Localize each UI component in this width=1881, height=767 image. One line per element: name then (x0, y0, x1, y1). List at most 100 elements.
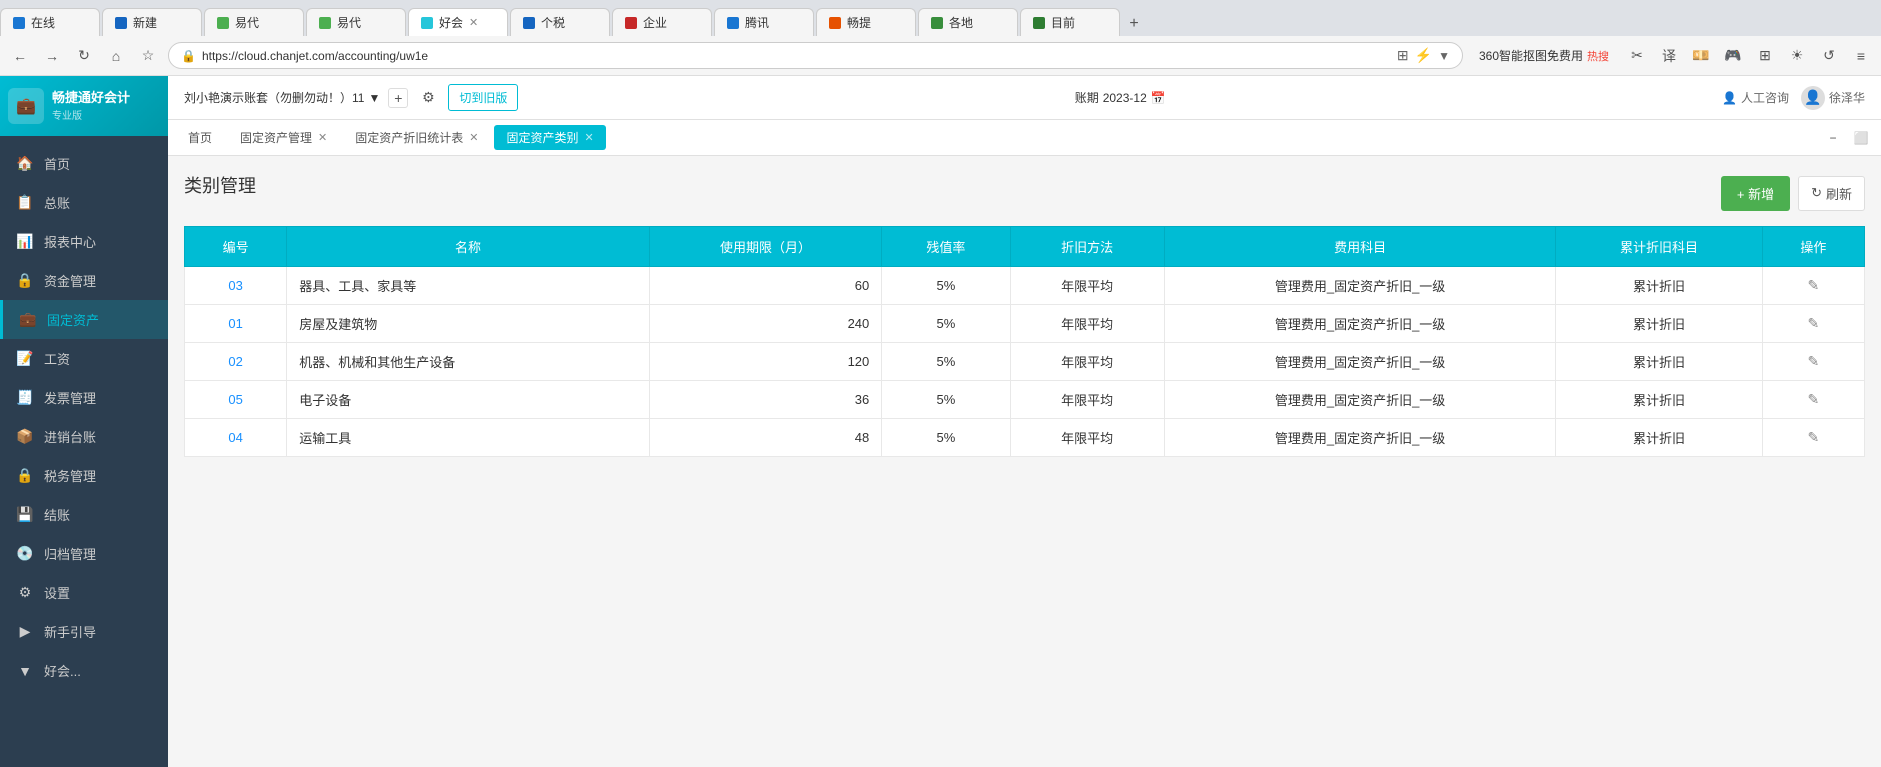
cell-name-2: 机器、机械和其他生产设备 (287, 343, 650, 381)
close-fixedmgmt-tab[interactable]: ✕ (318, 131, 327, 144)
cell-code-1[interactable]: 01 (185, 305, 287, 343)
browser-tab-11[interactable]: 目前 (1020, 8, 1120, 36)
calendar-icon[interactable]: 📅 (1151, 91, 1166, 105)
page-area: 类别管理 + 新增 ↻ 刷新 编号 名称 使用期限（月 (168, 156, 1881, 767)
cell-method-1: 年限平均 (1010, 305, 1164, 343)
logo-text-container: 畅捷通好会计 专业版 (52, 90, 130, 122)
payroll-icon: 📝 (16, 350, 34, 368)
table-row: 02 机器、机械和其他生产设备 120 5% 年限平均 管理费用_固定资产折旧_… (185, 343, 1865, 381)
tab-label-3: 易代 (235, 14, 259, 31)
browser-tab-10[interactable]: 各地 (918, 8, 1018, 36)
page-title: 类别管理 (184, 172, 256, 198)
switch-version-button[interactable]: 切到旧版 (448, 84, 518, 111)
close-depreciation-tab[interactable]: ✕ (469, 131, 478, 144)
menu-icon[interactable]: ≡ (1849, 44, 1873, 68)
col-header-name: 名称 (287, 227, 650, 267)
sidebar-item-settlement[interactable]: 💾 结账 (0, 495, 168, 534)
browser-tab-3[interactable]: 易代 (204, 8, 304, 36)
add-button[interactable]: + 新增 (1721, 176, 1790, 211)
sidebar-item-fixed[interactable]: 💼 固定资产 (0, 300, 168, 339)
user-area[interactable]: 👤 徐泽华 (1801, 86, 1865, 110)
breadcrumb-tab-home[interactable]: 首页 (176, 125, 224, 150)
sidebar-item-archive[interactable]: 💿 归档管理 (0, 534, 168, 573)
edit-icon-1[interactable]: ✎ (1808, 315, 1820, 331)
edit-icon-2[interactable]: ✎ (1808, 353, 1820, 369)
sidebar-item-tax[interactable]: 🔒 税务管理 (0, 456, 168, 495)
cell-months-4: 48 (649, 419, 881, 457)
cell-code-4[interactable]: 04 (185, 419, 287, 457)
undo-icon[interactable]: ↺ (1817, 44, 1841, 68)
close-category-tab[interactable]: ✕ (585, 131, 594, 144)
ssl-icon: 🔒 (181, 49, 196, 63)
tab-favicon-6 (523, 17, 535, 29)
sidebar-item-ledger[interactable]: 📋 总账 (0, 183, 168, 222)
cell-action-0[interactable]: ✎ (1762, 267, 1864, 305)
search-area[interactable]: 360智能抠图免费用 热搜 (1471, 47, 1617, 64)
sidebar-item-home[interactable]: 🏠 首页 (0, 144, 168, 183)
reload-button[interactable]: ↻ (72, 44, 96, 68)
topbar-add-button[interactable]: + (388, 88, 408, 108)
browser-tab-5[interactable]: 好会 ✕ (408, 8, 508, 36)
tab-label-9: 畅提 (847, 14, 871, 31)
forward-button[interactable]: → (40, 44, 64, 68)
cell-action-4[interactable]: ✎ (1762, 419, 1864, 457)
maximize-button[interactable]: ⬜ (1849, 126, 1873, 150)
scissors-icon[interactable]: ✂ (1625, 44, 1649, 68)
sidebar-item-reports[interactable]: 📊 报表中心 (0, 222, 168, 261)
refresh-label: 刷新 (1826, 184, 1852, 203)
sidebar-label-inventory: 进销台账 (44, 427, 96, 446)
minimize-button[interactable]: − (1821, 126, 1845, 150)
breadcrumb-tab-category[interactable]: 固定资产类别 ✕ (494, 125, 605, 150)
cell-code-0[interactable]: 03 (185, 267, 287, 305)
browser-tab-1[interactable]: 在线 (0, 8, 100, 36)
tab-close-5[interactable]: ✕ (469, 16, 478, 29)
topbar-settings-button[interactable]: ⚙ (416, 86, 440, 110)
service-icon: 👤 (1722, 91, 1737, 105)
devices-icon[interactable]: ⊞ (1397, 47, 1409, 64)
brightness-icon[interactable]: ☀ (1785, 44, 1809, 68)
cell-expense-1: 管理费用_固定资产折旧_一级 (1164, 305, 1556, 343)
new-tab-button[interactable]: + (1122, 12, 1146, 36)
edit-icon-0[interactable]: ✎ (1808, 277, 1820, 293)
sidebar-label-payroll: 工资 (44, 349, 70, 368)
sidebar-item-inventory[interactable]: 📦 进销台账 (0, 417, 168, 456)
sidebar-item-settings[interactable]: ⚙ 设置 (0, 573, 168, 612)
browser-tab-7[interactable]: 企业 (612, 8, 712, 36)
fund-icon: 🔒 (16, 272, 34, 290)
url-bar[interactable]: 🔒 https://cloud.chanjet.com/accounting/u… (168, 42, 1463, 69)
sidebar-item-guide[interactable]: ▶ 新手引导 (0, 612, 168, 651)
bookmark-button[interactable]: ☆ (136, 44, 160, 68)
translate-icon[interactable]: 译 (1657, 44, 1681, 68)
guide-icon: ▶ (16, 623, 34, 641)
sidebar: 💼 畅捷通好会计 专业版 🏠 首页 📋 总账 📊 报表中心 🔒 资金管理 (0, 76, 168, 767)
breadcrumb-tab-fixed-mgmt[interactable]: 固定资产管理 ✕ (228, 125, 339, 150)
sidebar-item-fund[interactable]: 🔒 资金管理 (0, 261, 168, 300)
browser-tab-8[interactable]: 腾讯 (714, 8, 814, 36)
grid-icon[interactable]: ⊞ (1753, 44, 1777, 68)
browser-tab-9[interactable]: 畅提 (816, 8, 916, 36)
edit-icon-4[interactable]: ✎ (1808, 429, 1820, 445)
edit-icon-3[interactable]: ✎ (1808, 391, 1820, 407)
refresh-button[interactable]: ↻ 刷新 (1798, 176, 1865, 211)
user-info[interactable]: 刘小艳演示账套（勿删勿动！）11 ▼ (184, 89, 380, 106)
back-button[interactable]: ← (8, 44, 32, 68)
cell-code-3[interactable]: 05 (185, 381, 287, 419)
cell-action-2[interactable]: ✎ (1762, 343, 1864, 381)
lightning-icon[interactable]: ⚡ (1415, 47, 1432, 64)
col-header-residual: 残值率 (882, 227, 1010, 267)
cell-action-1[interactable]: ✎ (1762, 305, 1864, 343)
breadcrumb-tab-depreciation[interactable]: 固定资产折旧统计表 ✕ (343, 125, 490, 150)
game-icon[interactable]: 🎮 (1721, 44, 1745, 68)
sidebar-item-invoice[interactable]: 🧾 发票管理 (0, 378, 168, 417)
wallet-icon[interactable]: 💴 (1689, 44, 1713, 68)
cell-code-2[interactable]: 02 (185, 343, 287, 381)
home-button[interactable]: ⌂ (104, 44, 128, 68)
browser-tab-2[interactable]: 新建 (102, 8, 202, 36)
sidebar-item-payroll[interactable]: 📝 工资 (0, 339, 168, 378)
expand-icon[interactable]: ▼ (1438, 49, 1450, 63)
service-area[interactable]: 👤 人工咨询 (1722, 89, 1789, 106)
sidebar-item-more[interactable]: ▼ 好会... (0, 651, 168, 690)
browser-tab-4[interactable]: 易代 (306, 8, 406, 36)
browser-tab-6[interactable]: 个税 (510, 8, 610, 36)
cell-action-3[interactable]: ✎ (1762, 381, 1864, 419)
